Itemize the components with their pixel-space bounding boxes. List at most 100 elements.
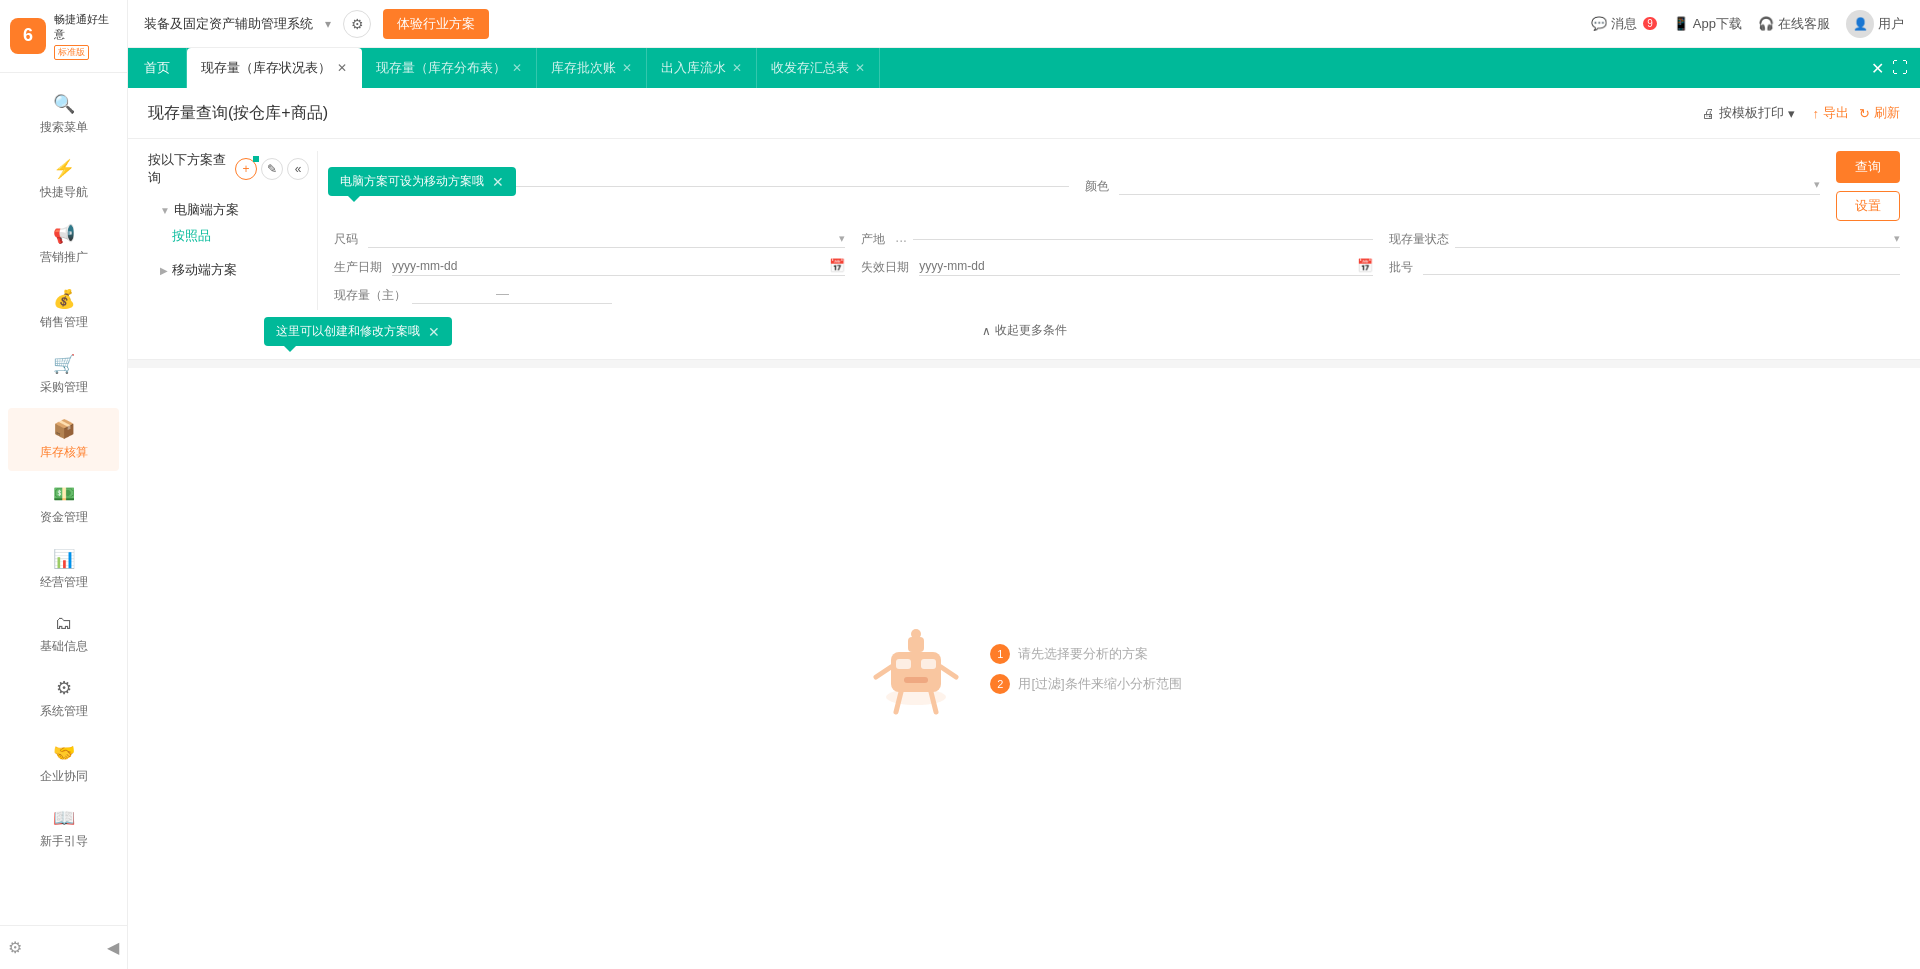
scheme-group-pc-label: 电脑端方案 [174,201,239,219]
color-input[interactable] [1119,178,1814,192]
print-btn[interactable]: 🖨 按模板打印 ▾ [1694,100,1803,126]
svg-point-6 [911,629,921,639]
tab-fullscreen-icon[interactable]: ⛶ [1892,59,1908,78]
origin-label: 产地 [861,231,889,248]
sidebar-footer: ⚙ ◀ [0,925,127,969]
size-input[interactable] [368,231,839,245]
tab-flow[interactable]: 出入库流水 ✕ [647,48,757,88]
tooltip1-close[interactable]: ✕ [492,174,504,190]
search-menu-icon: 🔍 [53,93,75,115]
filter-cell-color: 颜色 ▾ [1085,178,1820,195]
tab-close-inventory-status[interactable]: ✕ [337,61,347,75]
scheme-item-pc-1[interactable]: 按照品 [148,223,309,249]
messages-btn[interactable]: 💬 消息 9 [1591,15,1657,33]
tooltip2-text: 这里可以创建和修改方案哦 [276,323,420,340]
batch-label: 批号 [1389,259,1417,276]
sidebar-settings-icon[interactable]: ⚙ [8,938,22,957]
sidebar-item-label-tutorial: 新手引导 [40,833,88,850]
tab-close-all-icon[interactable]: ✕ [1871,59,1884,78]
expire-date-input[interactable] [919,259,1356,273]
sidebar-item-inventory[interactable]: 📦 库存核算 [8,408,119,471]
dot-indicator [253,156,259,162]
tab-close-batch-account[interactable]: ✕ [622,61,632,75]
header-settings-button[interactable]: ⚙ [343,10,371,38]
left-arrow-icon: « [295,162,302,176]
tab-summary[interactable]: 收发存汇总表 ✕ [757,48,880,88]
tab-close-flow[interactable]: ✕ [732,61,742,75]
messages-badge: 9 [1643,17,1657,30]
tab-flow-label: 出入库流水 [661,59,726,77]
filter-cell-stock-status: 现存量状态 ▾ [1389,231,1900,248]
tab-inventory-status-label: 现存量（库存状况表） [201,59,331,77]
edit-scheme-btn[interactable]: ✎ [261,158,283,180]
system-dropdown-icon[interactable]: ▾ [325,17,331,31]
reset-button[interactable]: 设置 [1836,191,1900,221]
scheme-group-mobile-header[interactable]: ▶ 移动端方案 [148,257,309,283]
size-label: 尺码 [334,231,362,248]
refresh-icon: ↻ [1859,106,1870,121]
stock-qty-to[interactable] [513,287,593,301]
empty-svg [866,617,966,717]
calendar-icon-2[interactable]: 📅 [1357,258,1373,273]
page-header: 现存量查询(按仓库+商品) 🖨 按模板打印 ▾ ↑ 导出 ↻ 刷新 [128,88,1920,139]
size-chevron-down: ▾ [839,232,845,245]
tab-inventory-dist[interactable]: 现存量（库存分布表） ✕ [362,48,537,88]
sidebar-collapse-icon[interactable]: ◀ [107,938,119,957]
stock-qty-label: 现存量（主） [334,287,406,304]
sidebar-item-tutorial[interactable]: 📖 新手引导 [8,797,119,860]
messages-label: 消息 [1611,15,1637,33]
sidebar-item-finance[interactable]: 💵 资金管理 [8,473,119,536]
header-right: 💬 消息 9 📱 App下载 🎧 在线客服 👤 用户 [1591,10,1904,38]
user-avatar: 👤 [1846,10,1874,38]
sidebar-item-marketing[interactable]: 📢 营销推广 [8,213,119,276]
online-support-label: 在线客服 [1778,15,1830,33]
sidebar-item-label-search: 搜索菜单 [40,119,88,136]
add-scheme-btn[interactable]: + [235,158,257,180]
sidebar-item-system[interactable]: ⚙ 系统管理 [8,667,119,730]
tooltip2-close[interactable]: ✕ [428,324,440,340]
tab-inventory-dist-label: 现存量（库存分布表） [376,59,506,77]
scheme-group-pc: ▼ 电脑端方案 按照品 [148,197,309,249]
sidebar-item-label-basic: 基础信息 [40,638,88,655]
tab-bar: 首页 现存量（库存状况表） ✕ 现存量（库存分布表） ✕ 库存批次账 ✕ 出入库… [128,48,1920,88]
left-arrow-btn[interactable]: « [287,158,309,180]
filter-cell-expire-date: 失效日期 📅 [861,258,1372,276]
calendar-icon-1[interactable]: 📅 [829,258,845,273]
sidebar-item-operations[interactable]: 📊 经营管理 [8,538,119,601]
scheme-group-pc-header[interactable]: ▼ 电脑端方案 [148,197,309,223]
step-2-circle: 2 [990,674,1010,694]
online-support-btn[interactable]: 🎧 在线客服 [1758,15,1830,33]
collapse-btn[interactable]: ∧ 收起更多条件 [966,318,1083,343]
tab-batch-account[interactable]: 库存批次账 ✕ [537,48,647,88]
sidebar-item-purchase[interactable]: 🛒 采购管理 [8,343,119,406]
app-download-label: App下载 [1693,15,1742,33]
sidebar-item-label-finance: 资金管理 [40,509,88,526]
tab-close-summary[interactable]: ✕ [855,61,865,75]
search-button[interactable]: 查询 [1836,151,1900,183]
filter-row-2: 尺码 ▾ 产地 ··· 现存量状态 [334,231,1900,248]
sidebar-item-search[interactable]: 🔍 搜索菜单 [8,83,119,146]
tab-inventory-status[interactable]: 现存量（库存状况表） ✕ [187,48,362,88]
sidebar-item-label-quicknav: 快捷导航 [40,184,88,201]
sidebar-item-sales[interactable]: 💰 销售管理 [8,278,119,341]
sidebar-item-basic[interactable]: 🗂 基础信息 [8,603,119,665]
stock-status-input[interactable] [1455,231,1894,245]
origin-dots[interactable]: ··· [895,232,907,248]
range-separator: — [496,286,509,301]
filter-row-4: 现存量（主） — [334,286,1900,304]
tab-close-inventory-dist[interactable]: ✕ [512,61,522,75]
sidebar-item-collab[interactable]: 🤝 企业协同 [8,732,119,795]
app-download-btn[interactable]: 📱 App下载 [1673,15,1742,33]
export-btn[interactable]: ↑ 导出 [1813,104,1850,122]
sidebar-item-quicknav[interactable]: ⚡ 快捷导航 [8,148,119,211]
stock-qty-from[interactable] [412,287,492,301]
scheme-group-mobile: ▶ 移动端方案 [148,257,309,283]
refresh-btn[interactable]: ↻ 刷新 [1859,104,1900,122]
batch-input[interactable] [1423,260,1900,274]
collapse-up-icon: ∧ [982,324,991,338]
stock-status-label: 现存量状态 [1389,231,1449,248]
tab-home[interactable]: 首页 [128,48,187,88]
produce-date-input[interactable] [392,259,829,273]
industry-btn[interactable]: 体验行业方案 [383,9,489,39]
user-area[interactable]: 👤 用户 [1846,10,1904,38]
